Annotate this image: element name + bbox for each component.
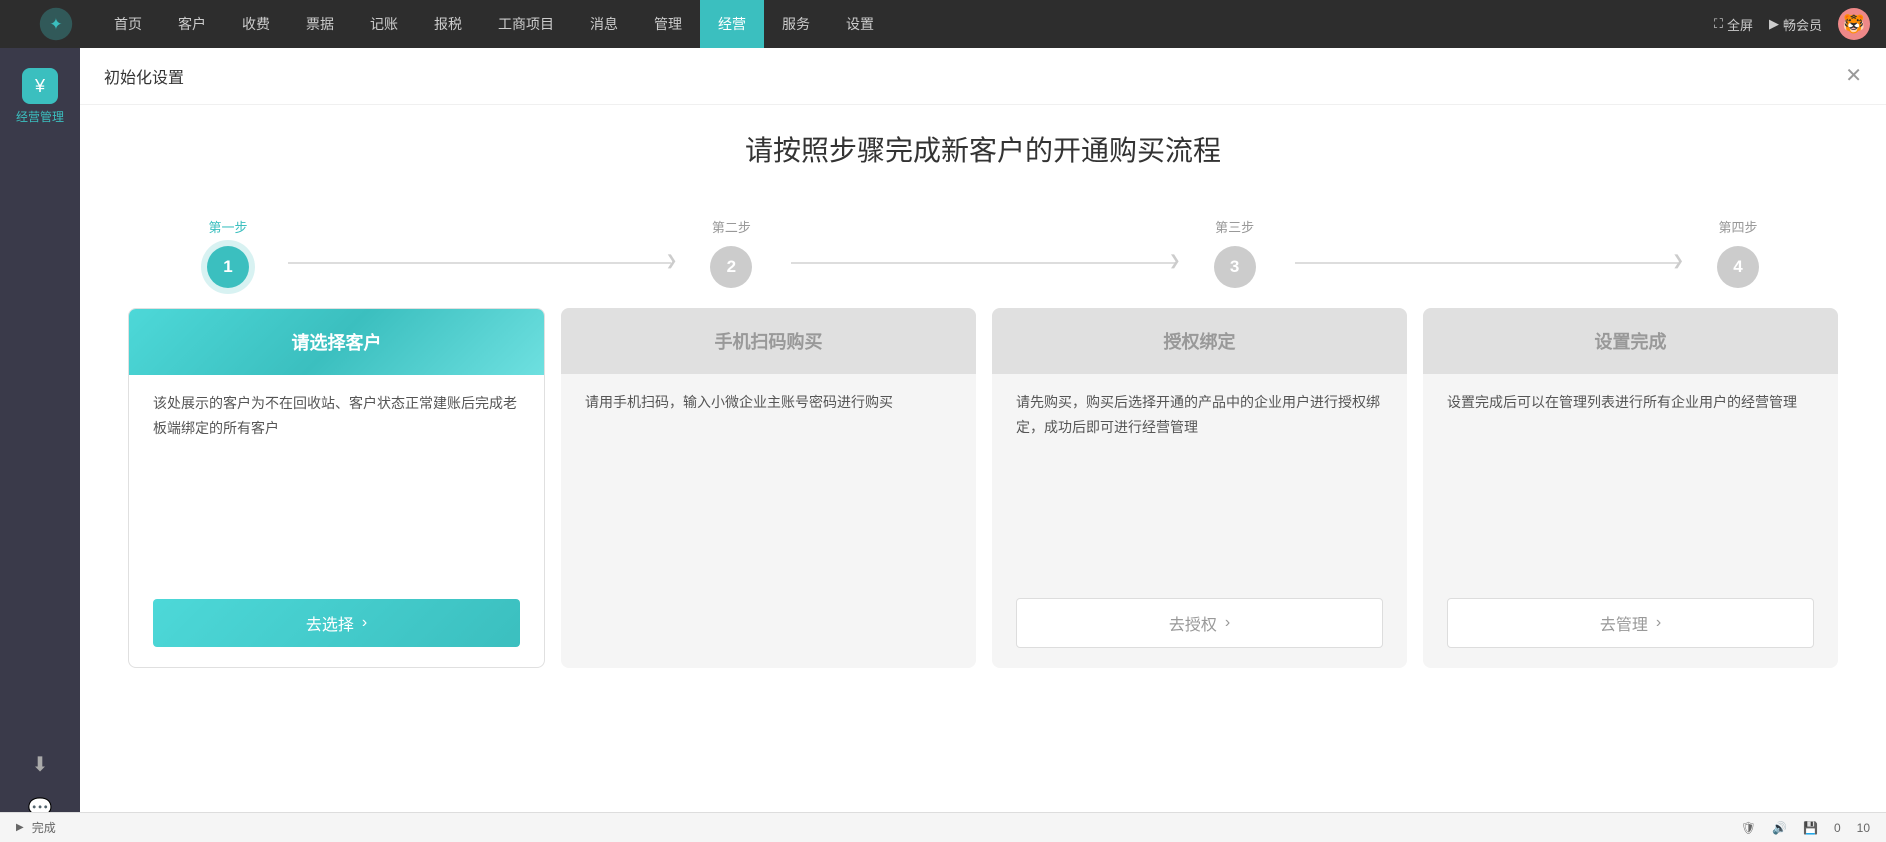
save-icon: 💾 xyxy=(1803,821,1818,835)
step-indicator-1: 第一步 1 xyxy=(168,217,288,288)
step-label-4: 第四步 xyxy=(1718,217,1757,236)
arrow-icon-4: › xyxy=(1656,614,1661,632)
arrow-icon-3: › xyxy=(1225,614,1230,632)
step-cards: 请选择客户 该处展示的客户为不在回收站、客户状态正常建账后完成老板端绑定的所有客… xyxy=(128,308,1838,668)
close-button[interactable]: ✕ xyxy=(1845,66,1862,86)
nav-items: 首页 客户 收费 票据 记账 报税 工商项目 消息 管理 经营 服务 设置 xyxy=(96,0,1714,48)
operation-icon: ¥ xyxy=(22,68,58,104)
step-card-4: 设置完成 设置完成后可以在管理列表进行所有企业用户的经营管理 去管理 › xyxy=(1423,308,1838,668)
step-card-2: 手机扫码购买 请用手机扫码，输入小微企业主账号密码进行购买 xyxy=(561,308,976,668)
step-label-1: 第一步 xyxy=(208,217,247,236)
step-circle-4: 4 xyxy=(1717,246,1759,288)
step-indicator-3: 第三步 3 xyxy=(1175,217,1295,288)
step-card-1: 请选择客户 该处展示的客户为不在回收站、客户状态正常建账后完成老板端绑定的所有客… xyxy=(128,308,545,668)
app-logo: ✦ xyxy=(16,6,96,42)
card-footer-1: 去选择 › xyxy=(129,599,544,647)
nav-item-settings[interactable]: 设置 xyxy=(828,0,892,48)
nav-item-fee[interactable]: 收费 xyxy=(224,0,288,48)
member-button[interactable]: ▶ 畅会员 xyxy=(1769,15,1822,34)
card-header-4: 设置完成 xyxy=(1423,308,1838,374)
sidebar-item-operation[interactable]: ¥ 经营管理 xyxy=(0,56,80,137)
page-content: 请按照步骤完成新客户的开通购买流程 第一步 1 第二步 2 xyxy=(80,105,1886,692)
card-footer-4: 去管理 › xyxy=(1423,598,1838,648)
main-title: 请按照步骤完成新客户的开通购买流程 xyxy=(128,129,1838,169)
step-card-3: 授权绑定 请先购买，购买后选择开通的产品中的企业用户进行授权绑定，成功后即可进行… xyxy=(992,308,1407,668)
nav-item-bill[interactable]: 票据 xyxy=(288,0,352,48)
step-circle-2: 2 xyxy=(710,246,752,288)
sidebar: ¥ 经营管理 ⬇ 💬 xyxy=(0,48,80,842)
download-icon[interactable]: ⬇ xyxy=(22,746,58,782)
play-icon: ▶ xyxy=(1769,16,1779,32)
steps-visual: 第一步 1 第二步 2 第三步 3 xyxy=(128,217,1838,288)
nav-right-actions: ⛶ 全屏 ▶ 畅会员 🐯 xyxy=(1714,8,1870,40)
page-title: 初始化设置 xyxy=(104,64,184,88)
nav-item-account[interactable]: 记账 xyxy=(352,0,416,48)
step-indicator-4: 第四步 4 xyxy=(1678,217,1798,288)
nav-item-home[interactable]: 首页 xyxy=(96,0,160,48)
card-footer-3: 去授权 › xyxy=(992,598,1407,648)
content-area: 初始化设置 ✕ 请按照步骤完成新客户的开通购买流程 第一步 1 第二步 xyxy=(80,48,1886,842)
status-bar-right: 🛡 🔊 💾 0 10 xyxy=(1741,821,1870,835)
nav-item-tax[interactable]: 报税 xyxy=(416,0,480,48)
step-label-2: 第二步 xyxy=(712,217,751,236)
card-header-3: 授权绑定 xyxy=(992,308,1407,374)
content-header: 初始化设置 ✕ xyxy=(80,48,1886,105)
user-avatar[interactable]: 🐯 xyxy=(1838,8,1870,40)
top-navigation: ✦ 首页 客户 收费 票据 记账 报税 工商项目 消息 管理 经营 服务 设置 … xyxy=(0,0,1886,48)
step-connector-2 xyxy=(791,262,1174,264)
step-connector-1 xyxy=(288,262,671,264)
card-body-2: 请用手机扫码，输入小微企业主账号密码进行购买 xyxy=(561,390,976,648)
fullscreen-icon: ⛶ xyxy=(1714,16,1723,32)
step-circle-1: 1 xyxy=(207,246,249,288)
card-header-2: 手机扫码购买 xyxy=(561,308,976,374)
nav-item-manage[interactable]: 管理 xyxy=(636,0,700,48)
card-header-1: 请选择客户 xyxy=(129,309,544,375)
notification-count: 0 xyxy=(1834,821,1841,835)
arrow-icon-1: › xyxy=(362,614,367,632)
card-body-1: 该处展示的客户为不在回收站、客户状态正常建账后完成老板端绑定的所有客户 xyxy=(129,391,544,599)
step-label-3: 第三步 xyxy=(1215,217,1254,236)
nav-item-message[interactable]: 消息 xyxy=(572,0,636,48)
card-body-3: 请先购买，购买后选择开通的产品中的企业用户进行授权绑定，成功后即可进行经营管理 xyxy=(992,390,1407,598)
status-bar: ▶ 完成 🛡 🔊 💾 0 10 xyxy=(0,812,1886,842)
card-body-4: 设置完成后可以在管理列表进行所有企业用户的经营管理 xyxy=(1423,390,1838,598)
step-circle-3: 3 xyxy=(1214,246,1256,288)
nav-item-customer[interactable]: 客户 xyxy=(160,0,224,48)
svg-text:✦: ✦ xyxy=(49,15,63,33)
step4-action-button[interactable]: 去管理 › xyxy=(1447,598,1814,648)
nav-item-service[interactable]: 服务 xyxy=(764,0,828,48)
status-bar-left: ▶ 完成 xyxy=(16,819,56,836)
step1-action-button[interactable]: 去选择 › xyxy=(153,599,520,647)
status-play-icon: ▶ xyxy=(16,822,24,833)
step3-action-button[interactable]: 去授权 › xyxy=(1016,598,1383,648)
page-number: 10 xyxy=(1857,821,1870,835)
step-indicator-2: 第二步 2 xyxy=(671,217,791,288)
nav-item-business[interactable]: 工商项目 xyxy=(480,0,572,48)
main-layout: ¥ 经营管理 ⬇ 💬 初始化设置 ✕ 请按照步骤完成新客户的开通购买流程 第一步… xyxy=(0,48,1886,842)
step-connector-3 xyxy=(1295,262,1678,264)
status-text: 完成 xyxy=(32,819,56,836)
nav-item-operation[interactable]: 经营 xyxy=(700,0,764,48)
security-icon: 🛡 xyxy=(1741,821,1756,835)
fullscreen-button[interactable]: ⛶ 全屏 xyxy=(1714,15,1753,34)
volume-icon: 🔊 xyxy=(1772,821,1787,835)
